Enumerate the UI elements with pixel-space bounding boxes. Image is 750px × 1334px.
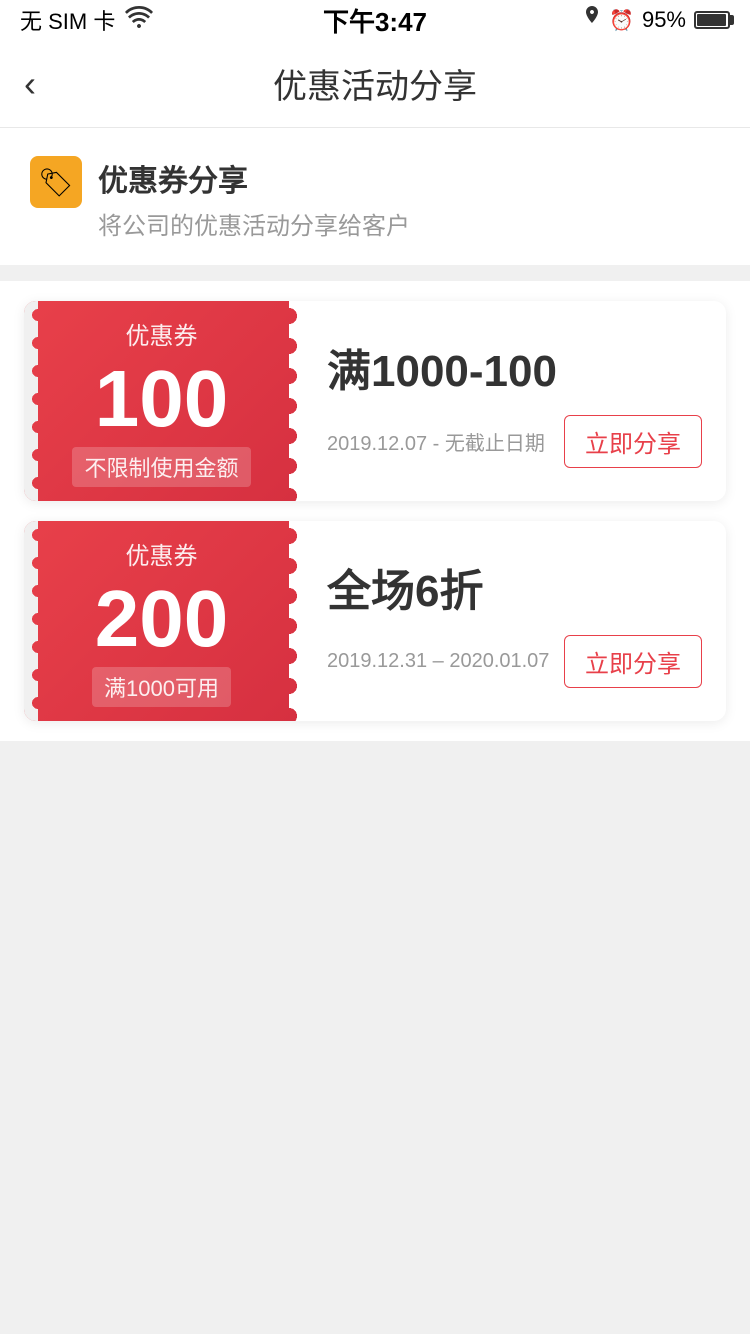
- status-bar: 无 SIM 卡 下午3:47 ⏰ 95%: [0, 0, 750, 40]
- location-icon: [583, 6, 601, 34]
- coupon-dates-1: 2019.12.07 - 无截止日期: [327, 427, 552, 456]
- share-button-2[interactable]: 立即分享: [564, 635, 702, 688]
- no-sim-text: 无 SIM 卡: [20, 4, 115, 36]
- status-time: 下午3:47: [323, 2, 427, 39]
- coupon-label-2: 优惠券: [126, 536, 198, 571]
- coupon-meta-1: 2019.12.07 - 无截止日期 立即分享: [327, 415, 702, 468]
- page-title: 优惠活动分享: [273, 59, 477, 108]
- coupons-container: 优惠券 100 不限制使用金额 满1000-100 2019.12.07 - 无…: [0, 281, 750, 741]
- empty-space: [0, 741, 750, 1321]
- coupon-condition-1: 不限制使用金额: [72, 447, 250, 487]
- content-area: 🏷 优惠券分享 将公司的优惠活动分享给客户 优惠券 100 不限制使用金额 满1…: [0, 128, 750, 1321]
- share-button-1[interactable]: 立即分享: [564, 415, 702, 468]
- nav-bar: ‹ 优惠活动分享: [0, 40, 750, 128]
- section-subtitle: 将公司的优惠活动分享给客户: [98, 206, 410, 241]
- battery-icon: [694, 11, 730, 29]
- coupon-card-2: 优惠券 200 满1000可用 全场6折 2019.12.31 – 2020.0…: [24, 521, 726, 721]
- coupon-amount-1: 100: [95, 359, 228, 439]
- coupon-name-1: 满1000-100: [327, 335, 702, 399]
- coupon-label-1: 优惠券: [126, 316, 198, 351]
- coupon-right-1: 满1000-100 2019.12.07 - 无截止日期 立即分享: [299, 301, 726, 501]
- section-text: 优惠券分享 将公司的优惠活动分享给客户: [98, 156, 410, 241]
- coupon-card-1: 优惠券 100 不限制使用金额 满1000-100 2019.12.07 - 无…: [24, 301, 726, 501]
- coupon-left-2: 优惠券 200 满1000可用: [24, 521, 299, 721]
- coupon-edge-1: [24, 301, 38, 501]
- coupon-left-1: 优惠券 100 不限制使用金额: [24, 301, 299, 501]
- battery-text: 95%: [642, 7, 686, 33]
- section-icon: 🏷: [30, 156, 82, 208]
- back-button[interactable]: ‹: [24, 66, 36, 102]
- section-title: 优惠券分享: [98, 156, 410, 200]
- status-left: 无 SIM 卡: [20, 4, 153, 36]
- coupon-condition-2: 满1000可用: [92, 667, 231, 707]
- coupon-edge-2: [24, 521, 38, 721]
- coupon-meta-2: 2019.12.31 – 2020.01.07 立即分享: [327, 635, 702, 688]
- coupon-amount-2: 200: [95, 579, 228, 659]
- status-right: ⏰ 95%: [583, 6, 730, 34]
- coupon-dates-2: 2019.12.31 – 2020.01.07: [327, 650, 552, 673]
- coupon-right-2: 全场6折 2019.12.31 – 2020.01.07 立即分享: [299, 521, 726, 721]
- alarm-icon: ⏰: [609, 8, 634, 33]
- wifi-icon: [125, 6, 153, 34]
- coupon-name-2: 全场6折: [327, 555, 702, 619]
- section-header: 🏷 优惠券分享 将公司的优惠活动分享给客户: [0, 128, 750, 265]
